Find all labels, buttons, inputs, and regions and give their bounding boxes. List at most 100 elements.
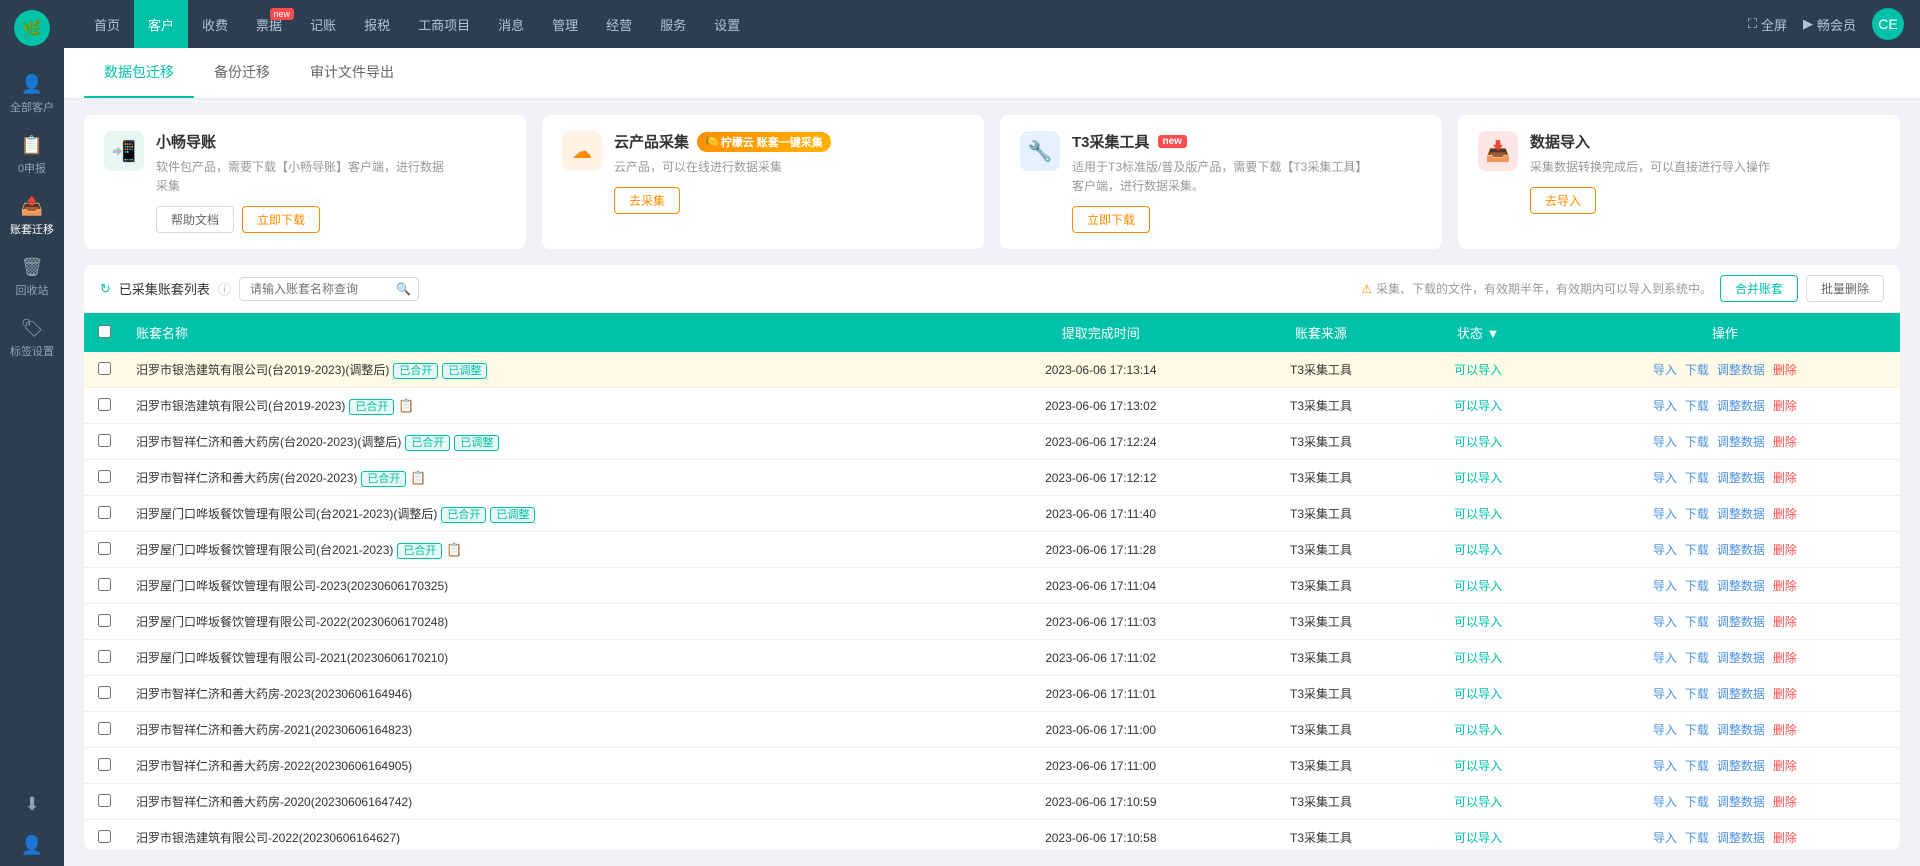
row-checkbox[interactable] <box>98 506 111 519</box>
row-checkbox[interactable] <box>98 470 111 483</box>
row-action-导入[interactable]: 导入 <box>1653 795 1677 809</box>
row-action-删除[interactable]: 删除 <box>1773 507 1797 521</box>
nav-invoice[interactable]: 票据 new <box>242 0 296 48</box>
nav-fee[interactable]: 收费 <box>188 0 242 48</box>
row-action-调整数据[interactable]: 调整数据 <box>1717 831 1765 845</box>
row-action-导入[interactable]: 导入 <box>1653 651 1677 665</box>
row-action-下载[interactable]: 下载 <box>1685 723 1709 737</box>
sidebar-item-all-clients[interactable]: 👤 全部客户 <box>0 64 64 125</box>
row-action-删除[interactable]: 删除 <box>1773 435 1797 449</box>
row-action-导入[interactable]: 导入 <box>1653 687 1677 701</box>
row-action-下载[interactable]: 下载 <box>1685 399 1709 413</box>
row-action-导入[interactable]: 导入 <box>1653 507 1677 521</box>
sidebar-item-trash[interactable]: 🗑 回收站 <box>0 247 64 308</box>
row-action-删除[interactable]: 删除 <box>1773 363 1797 377</box>
row-action-导入[interactable]: 导入 <box>1653 471 1677 485</box>
row-action-删除[interactable]: 删除 <box>1773 795 1797 809</box>
row-action-导入[interactable]: 导入 <box>1653 363 1677 377</box>
download-now-button[interactable]: 立即下载 <box>242 206 320 233</box>
row-action-删除[interactable]: 删除 <box>1773 399 1797 413</box>
row-action-下载[interactable]: 下载 <box>1685 795 1709 809</box>
row-action-下载[interactable]: 下载 <box>1685 687 1709 701</box>
row-action-调整数据[interactable]: 调整数据 <box>1717 579 1765 593</box>
batch-delete-button[interactable]: 批量删除 <box>1806 275 1884 302</box>
row-action-下载[interactable]: 下载 <box>1685 759 1709 773</box>
row-action-删除[interactable]: 删除 <box>1773 831 1797 845</box>
row-action-调整数据[interactable]: 调整数据 <box>1717 687 1765 701</box>
row-action-导入[interactable]: 导入 <box>1653 615 1677 629</box>
row-action-下载[interactable]: 下载 <box>1685 831 1709 845</box>
user-avatar[interactable]: CE <box>1872 8 1904 40</box>
go-collect-button[interactable]: 去采集 <box>614 187 680 214</box>
row-action-导入[interactable]: 导入 <box>1653 831 1677 845</box>
col-status[interactable]: 状态 ▼ <box>1407 313 1550 352</box>
row-action-删除[interactable]: 删除 <box>1773 579 1797 593</box>
nav-industry[interactable]: 工商项目 <box>404 0 484 48</box>
row-action-调整数据[interactable]: 调整数据 <box>1717 399 1765 413</box>
merge-accounts-button[interactable]: 合并账套 <box>1720 275 1798 302</box>
nav-home[interactable]: 首页 <box>80 0 134 48</box>
row-checkbox[interactable] <box>98 830 111 843</box>
sidebar-item-tag-settings[interactable]: 🏷 标签设置 <box>0 308 64 369</box>
row-action-下载[interactable]: 下载 <box>1685 363 1709 377</box>
row-action-导入[interactable]: 导入 <box>1653 543 1677 557</box>
t3-download-button[interactable]: 立即下载 <box>1072 206 1150 233</box>
row-action-下载[interactable]: 下载 <box>1685 543 1709 557</box>
row-action-下载[interactable]: 下载 <box>1685 651 1709 665</box>
row-action-删除[interactable]: 删除 <box>1773 759 1797 773</box>
row-action-导入[interactable]: 导入 <box>1653 723 1677 737</box>
sidebar-item-download[interactable]: ⬇ <box>17 784 47 825</box>
row-action-导入[interactable]: 导入 <box>1653 759 1677 773</box>
row-action-删除[interactable]: 删除 <box>1773 543 1797 557</box>
sidebar-item-zero-report[interactable]: 📋 0申报 <box>0 125 64 186</box>
nav-client[interactable]: 客户 <box>134 0 188 48</box>
row-action-调整数据[interactable]: 调整数据 <box>1717 651 1765 665</box>
nav-tax[interactable]: 报税 <box>350 0 404 48</box>
nav-message[interactable]: 消息 <box>484 0 538 48</box>
row-checkbox[interactable] <box>98 398 111 411</box>
fullscreen-button[interactable]: ⛶ 全屏 <box>1748 15 1787 34</box>
nav-management[interactable]: 管理 <box>538 0 592 48</box>
member-button[interactable]: ▶ 畅会员 <box>1803 15 1856 34</box>
row-action-删除[interactable]: 删除 <box>1773 651 1797 665</box>
search-input[interactable] <box>250 282 390 296</box>
row-checkbox[interactable] <box>98 578 111 591</box>
tab-data-migration[interactable]: 数据包迁移 <box>84 48 194 98</box>
sidebar-item-account-migration[interactable]: 📤 账套迁移 <box>0 186 64 247</box>
row-action-调整数据[interactable]: 调整数据 <box>1717 543 1765 557</box>
row-checkbox[interactable] <box>98 722 111 735</box>
sidebar-item-user-bottom[interactable]: 👤 <box>17 825 47 866</box>
row-action-调整数据[interactable]: 调整数据 <box>1717 363 1765 377</box>
row-action-调整数据[interactable]: 调整数据 <box>1717 435 1765 449</box>
refresh-icon[interactable]: ↻ <box>100 281 111 297</box>
row-action-导入[interactable]: 导入 <box>1653 579 1677 593</box>
row-action-调整数据[interactable]: 调整数据 <box>1717 795 1765 809</box>
row-action-调整数据[interactable]: 调整数据 <box>1717 723 1765 737</box>
row-checkbox[interactable] <box>98 434 111 447</box>
row-checkbox[interactable] <box>98 362 111 375</box>
row-checkbox[interactable] <box>98 758 111 771</box>
tab-audit-export[interactable]: 审计文件导出 <box>290 48 414 98</box>
nav-bookkeeping[interactable]: 记账 <box>296 0 350 48</box>
search-icon[interactable]: 🔍 <box>396 282 411 296</box>
row-action-删除[interactable]: 删除 <box>1773 615 1797 629</box>
row-action-删除[interactable]: 删除 <box>1773 471 1797 485</box>
row-action-下载[interactable]: 下载 <box>1685 615 1709 629</box>
row-action-下载[interactable]: 下载 <box>1685 471 1709 485</box>
select-all-checkbox[interactable] <box>98 325 111 338</box>
tab-backup-migration[interactable]: 备份迁移 <box>194 48 290 98</box>
row-action-删除[interactable]: 删除 <box>1773 723 1797 737</box>
row-action-导入[interactable]: 导入 <box>1653 435 1677 449</box>
row-action-删除[interactable]: 删除 <box>1773 687 1797 701</box>
row-checkbox[interactable] <box>98 794 111 807</box>
help-doc-button[interactable]: 帮助文档 <box>156 206 234 233</box>
row-action-调整数据[interactable]: 调整数据 <box>1717 471 1765 485</box>
row-action-下载[interactable]: 下载 <box>1685 579 1709 593</box>
row-checkbox[interactable] <box>98 686 111 699</box>
row-checkbox[interactable] <box>98 650 111 663</box>
go-import-button[interactable]: 去导入 <box>1530 187 1596 214</box>
row-action-下载[interactable]: 下载 <box>1685 507 1709 521</box>
row-action-下载[interactable]: 下载 <box>1685 435 1709 449</box>
row-action-调整数据[interactable]: 调整数据 <box>1717 759 1765 773</box>
row-action-调整数据[interactable]: 调整数据 <box>1717 507 1765 521</box>
